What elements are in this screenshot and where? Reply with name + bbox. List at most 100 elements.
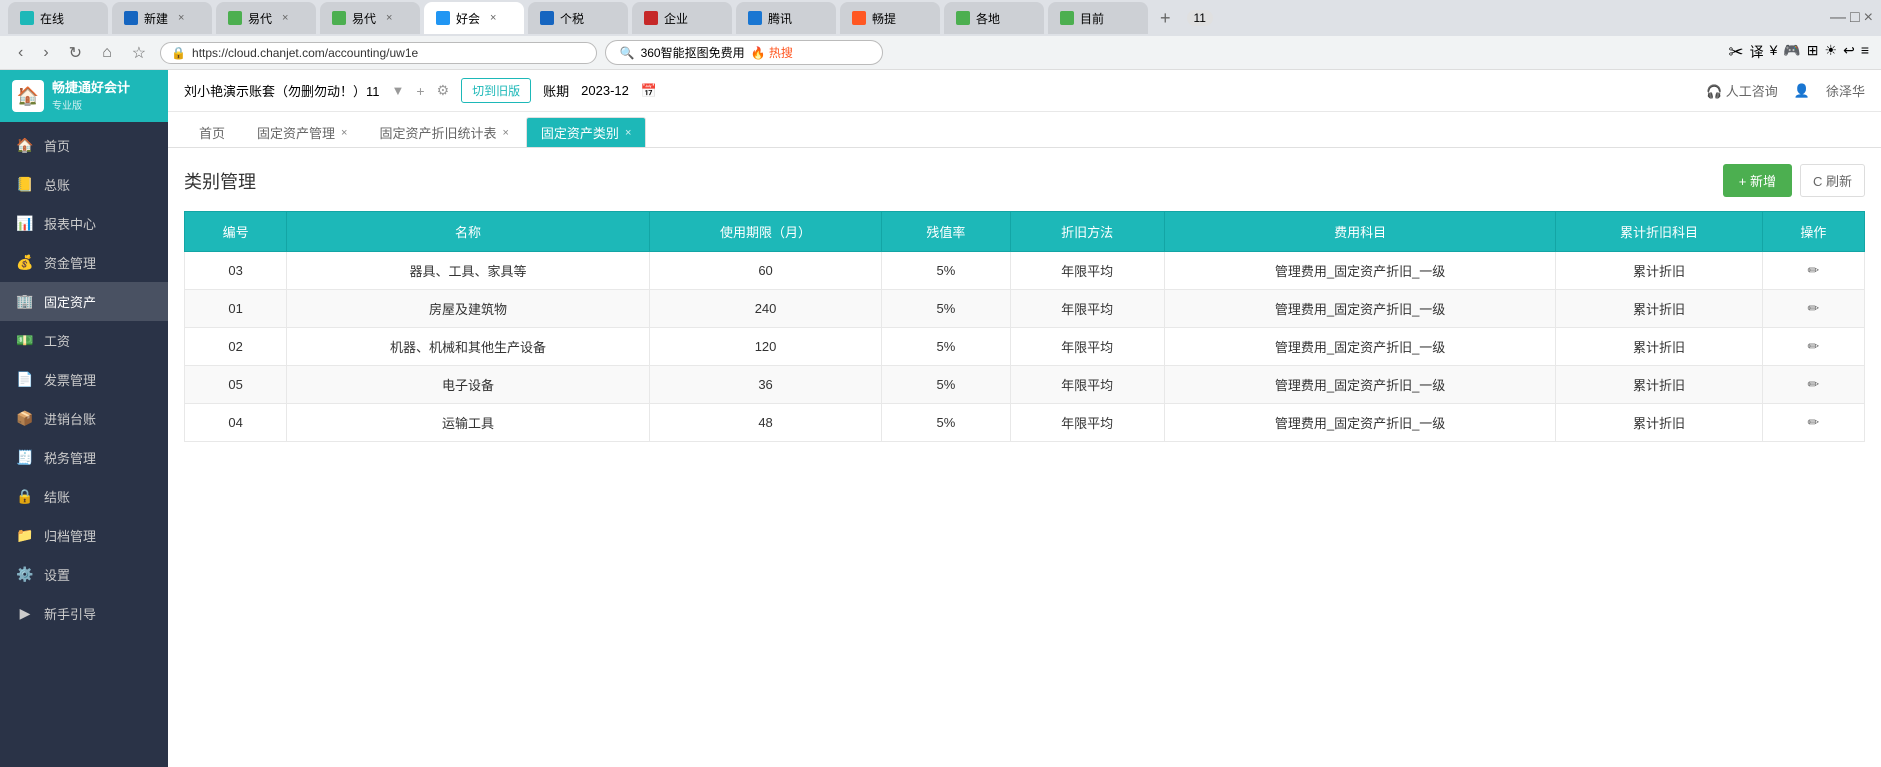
- browser-tab-1[interactable]: 在线: [8, 2, 108, 34]
- minimize-button[interactable]: —: [1830, 9, 1846, 27]
- switch-version-button[interactable]: 切到旧版: [461, 78, 531, 103]
- browser-tab-9[interactable]: 畅提: [840, 2, 940, 34]
- sidebar-item-inventory[interactable]: 📦 进销台账: [0, 399, 168, 438]
- sidebar-item-closing[interactable]: 🔒 结账: [0, 477, 168, 516]
- close-window-button[interactable]: ×: [1864, 9, 1873, 27]
- invoice-icon: 📄: [16, 371, 34, 389]
- sidebar-item-settings[interactable]: ⚙️ 设置: [0, 555, 168, 594]
- tab-fixed-assets-mgmt[interactable]: 固定资产管理 ×: [242, 117, 362, 147]
- browser-tab-11[interactable]: 目前: [1048, 2, 1148, 34]
- ledger-icon: 📒: [16, 176, 34, 194]
- tab-depreciation-table[interactable]: 固定资产折旧统计表 ×: [364, 117, 523, 147]
- col-header-name: 名称: [287, 212, 650, 252]
- edit-icon-4[interactable]: ✏: [1808, 414, 1820, 430]
- sun-icon[interactable]: ☀: [1825, 42, 1838, 63]
- browser-tab-10[interactable]: 各地: [944, 2, 1044, 34]
- sidebar-item-fixed-assets[interactable]: 🏢 固定资产: [0, 282, 168, 321]
- settings-icon: ⚙️: [16, 566, 34, 584]
- consult-button[interactable]: 🎧 人工咨询: [1706, 81, 1778, 100]
- table-row: 02 机器、机械和其他生产设备 120 5% 年限平均 管理费用_固定资产折旧_…: [185, 328, 1865, 366]
- refresh-button[interactable]: C 刷新: [1800, 164, 1865, 197]
- calendar-icon[interactable]: 📅: [641, 83, 657, 99]
- edit-icon-1[interactable]: ✏: [1808, 300, 1820, 316]
- app-header: 刘小艳演示账套（勿删勿动！）11 ▼ + ⚙ 切到旧版 账期 2023-12 📅…: [168, 70, 1881, 112]
- edit-icon-0[interactable]: ✏: [1808, 262, 1820, 278]
- sidebar-item-tax[interactable]: 🧾 税务管理: [0, 438, 168, 477]
- sidebar-item-guide[interactable]: ▶ 新手引导: [0, 594, 168, 633]
- cell-action-3[interactable]: ✏: [1762, 366, 1864, 404]
- sidebar-item-label-fixed-assets: 固定资产: [44, 292, 96, 311]
- header-left: 刘小艳演示账套（勿删勿动！）11 ▼ + ⚙ 切到旧版 账期 2023-12 📅: [184, 78, 657, 103]
- url-display[interactable]: https://cloud.chanjet.com/accounting/uw1…: [192, 46, 418, 60]
- browser-tab-5[interactable]: 好会 ×: [424, 2, 524, 34]
- browser-tab-close-5[interactable]: ×: [490, 12, 496, 24]
- browser-tab-2[interactable]: 新建 ×: [112, 2, 212, 34]
- username-display: 徐泽华: [1826, 81, 1865, 100]
- scissors-icon[interactable]: ✂: [1728, 42, 1743, 63]
- tab-label-fixed-assets-mgmt: 固定资产管理: [257, 123, 335, 142]
- browser-tab-4[interactable]: 易代 ×: [320, 2, 420, 34]
- cell-period-0: 60: [649, 252, 881, 290]
- reports-icon: 📊: [16, 215, 34, 233]
- table-row: 05 电子设备 36 5% 年限平均 管理费用_固定资产折旧_一级 累计折旧 ✏: [185, 366, 1865, 404]
- tab-label-home: 首页: [199, 123, 225, 142]
- edit-icon-2[interactable]: ✏: [1808, 338, 1820, 354]
- col-header-period: 使用期限（月）: [649, 212, 881, 252]
- add-button[interactable]: + 新增: [1723, 164, 1792, 197]
- grid-icon[interactable]: ⊞: [1807, 42, 1819, 63]
- sidebar-item-reports[interactable]: 📊 报表中心: [0, 204, 168, 243]
- edit-icon-3[interactable]: ✏: [1808, 376, 1820, 392]
- sidebar-item-home[interactable]: 🏠 首页: [0, 126, 168, 165]
- new-tab-button[interactable]: +: [1152, 8, 1179, 29]
- home-button[interactable]: ⌂: [96, 42, 118, 64]
- sidebar-item-payroll[interactable]: 💵 工资: [0, 321, 168, 360]
- browser-tab-8[interactable]: 腾讯: [736, 2, 836, 34]
- table-row: 04 运输工具 48 5% 年限平均 管理费用_固定资产折旧_一级 累计折旧 ✏: [185, 404, 1865, 442]
- header-add-button[interactable]: +: [416, 83, 424, 99]
- browser-tab-close-2[interactable]: ×: [178, 12, 184, 24]
- sidebar-item-label-archive: 归档管理: [44, 526, 96, 545]
- cell-method-4: 年限平均: [1010, 404, 1164, 442]
- tab-close-asset-category[interactable]: ×: [625, 127, 631, 139]
- undo-icon[interactable]: ↩: [1843, 42, 1855, 63]
- back-button[interactable]: ‹: [12, 42, 29, 64]
- cell-action-1[interactable]: ✏: [1762, 290, 1864, 328]
- sidebar-item-ledger[interactable]: 📒 总账: [0, 165, 168, 204]
- col-header-method: 折旧方法: [1010, 212, 1164, 252]
- browser-tab-close-3[interactable]: ×: [282, 12, 288, 24]
- cell-method-2: 年限平均: [1010, 328, 1164, 366]
- tab-close-fixed-assets-mgmt[interactable]: ×: [341, 127, 347, 139]
- cell-code-4[interactable]: 04: [185, 404, 287, 442]
- browser-tab-3[interactable]: 易代 ×: [216, 2, 316, 34]
- cell-code-3[interactable]: 05: [185, 366, 287, 404]
- maximize-button[interactable]: □: [1850, 9, 1860, 27]
- hot-label: 🔥 热搜: [751, 44, 793, 61]
- game-icon[interactable]: 🎮: [1783, 42, 1800, 63]
- browser-tab-6[interactable]: 个税: [528, 2, 628, 34]
- sidebar-item-invoice[interactable]: 📄 发票管理: [0, 360, 168, 399]
- browser-tab-close-4[interactable]: ×: [386, 12, 392, 24]
- yuan-icon[interactable]: ¥: [1770, 42, 1778, 63]
- cell-expense-1: 管理费用_固定资产折旧_一级: [1164, 290, 1556, 328]
- cell-action-2[interactable]: ✏: [1762, 328, 1864, 366]
- translate-icon[interactable]: 译: [1750, 42, 1764, 63]
- reload-button[interactable]: ↻: [63, 41, 88, 65]
- menu-icon[interactable]: ≡: [1861, 42, 1869, 63]
- app-container: 🏠 畅捷通好会计 专业版 🏠 首页 📒 总账 📊 报表中心 💰 资金管理: [0, 70, 1881, 767]
- cell-code-1[interactable]: 01: [185, 290, 287, 328]
- sidebar-item-funds[interactable]: 💰 资金管理: [0, 243, 168, 282]
- cell-action-0[interactable]: ✏: [1762, 252, 1864, 290]
- bookmark-button[interactable]: ☆: [126, 41, 152, 65]
- tab-asset-category[interactable]: 固定资产类别 ×: [526, 117, 646, 147]
- sidebar-item-archive[interactable]: 📁 归档管理: [0, 516, 168, 555]
- tab-label-depreciation-table: 固定资产折旧统计表: [379, 123, 496, 142]
- forward-button[interactable]: ›: [37, 42, 54, 64]
- cell-action-4[interactable]: ✏: [1762, 404, 1864, 442]
- tab-home[interactable]: 首页: [184, 117, 240, 147]
- browser-tab-7[interactable]: 企业: [632, 2, 732, 34]
- cell-code-0[interactable]: 03: [185, 252, 287, 290]
- cell-code-2[interactable]: 02: [185, 328, 287, 366]
- sidebar: 🏠 畅捷通好会计 专业版 🏠 首页 📒 总账 📊 报表中心 💰 资金管理: [0, 70, 168, 767]
- tab-close-depreciation-table[interactable]: ×: [502, 127, 508, 139]
- header-settings-button[interactable]: ⚙: [437, 82, 450, 99]
